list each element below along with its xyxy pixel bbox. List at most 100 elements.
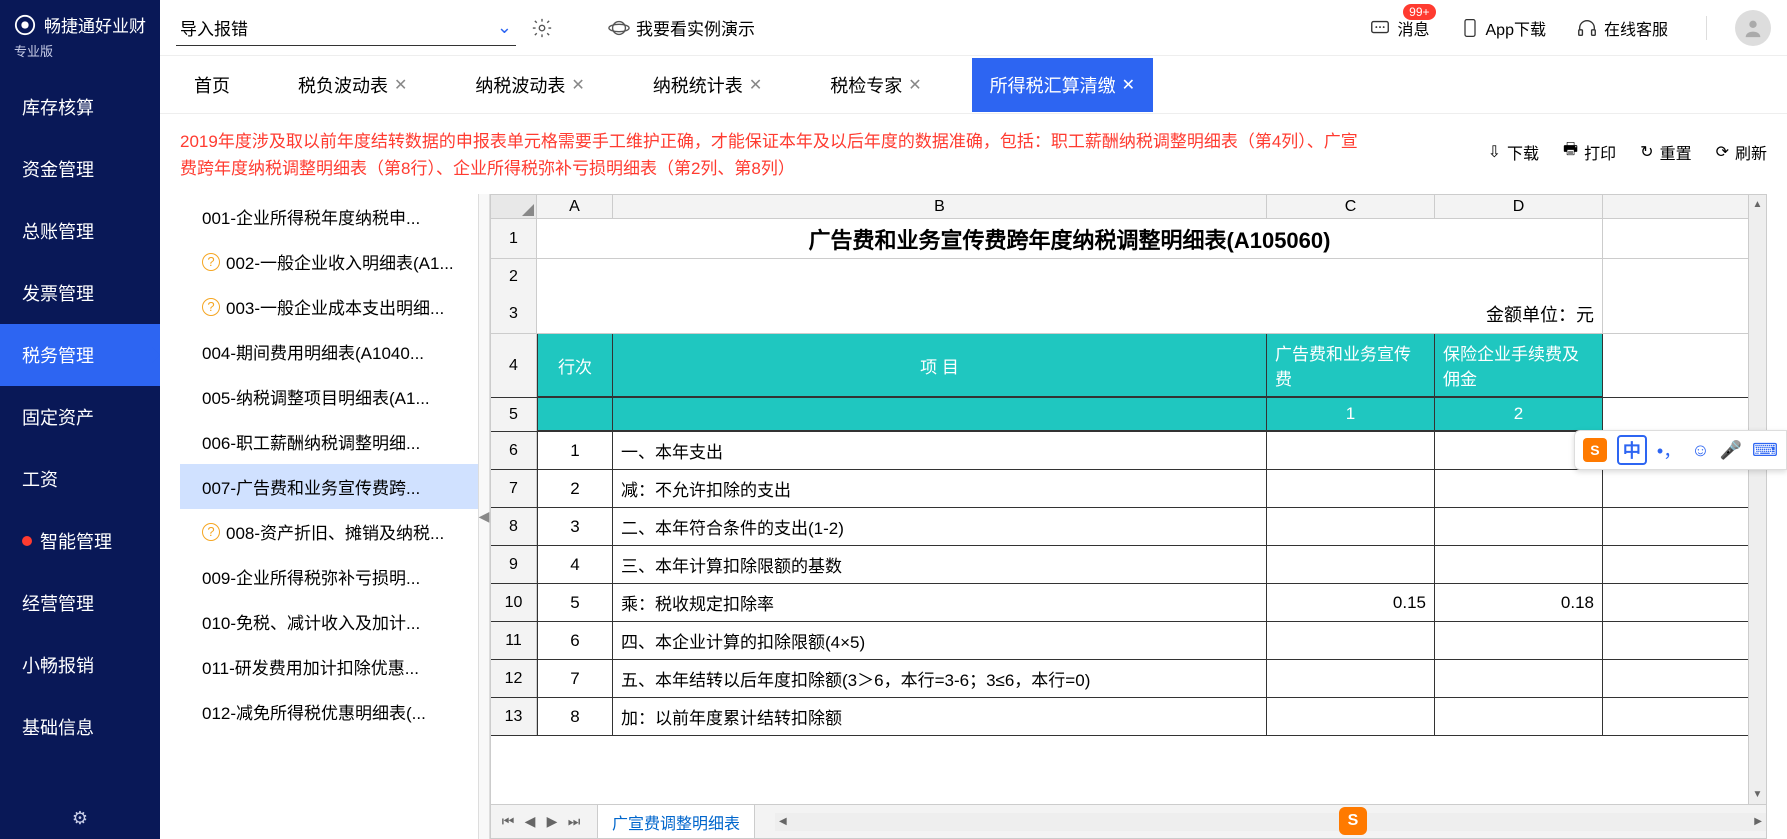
tree-item-4[interactable]: 005-纳税调整项目明细表(A1... bbox=[180, 374, 478, 419]
row-header[interactable]: 5 bbox=[491, 398, 537, 431]
settings-icon-button[interactable] bbox=[528, 14, 556, 42]
cell-item[interactable]: 四、本企业计算的扣除限额(4×5) bbox=[613, 622, 1267, 659]
cell-value-c[interactable]: 0.15 bbox=[1267, 584, 1435, 621]
tree-item-7[interactable]: ?008-资产折旧、摊销及纳税... bbox=[180, 509, 478, 554]
sogou-tray-icon[interactable]: S bbox=[1339, 807, 1367, 835]
cell-item[interactable]: 五、本年结转以后年度扣除额(3＞6，本行=3-6；3≤6，本行=0) bbox=[613, 660, 1267, 697]
cell-rownum[interactable]: 5 bbox=[537, 584, 613, 621]
cell-rownum[interactable]: 4 bbox=[537, 546, 613, 583]
cell-item[interactable]: 三、本年计算扣除限额的基数 bbox=[613, 546, 1267, 583]
nav-item-0[interactable]: 库存核算 bbox=[0, 76, 160, 138]
cell-value-c[interactable] bbox=[1267, 470, 1435, 507]
close-icon[interactable]: ✕ bbox=[394, 75, 407, 95]
close-icon[interactable]: ✕ bbox=[749, 75, 762, 95]
row-header[interactable]: 1 bbox=[491, 219, 537, 258]
refresh-button[interactable]: ⟳刷新 bbox=[1716, 140, 1767, 164]
tree-item-10[interactable]: 011-研发费用加计扣除优惠... bbox=[180, 644, 478, 689]
tab-5[interactable]: 所得税汇算清缴✕ bbox=[972, 58, 1153, 112]
tree-item-2[interactable]: ?003-一般企业成本支出明细... bbox=[180, 284, 478, 329]
sheet-prev-icon[interactable]: ◀ bbox=[521, 813, 539, 830]
nav-item-2[interactable]: 总账管理 bbox=[0, 200, 160, 262]
nav-item-8[interactable]: 经营管理 bbox=[0, 572, 160, 634]
tree-item-0[interactable]: 001-企业所得税年度纳税申... bbox=[180, 194, 478, 239]
sheet-tab[interactable]: 广宣费调整明细表 bbox=[597, 804, 755, 839]
cell-value-c[interactable] bbox=[1267, 508, 1435, 545]
cell-item[interactable]: 二、本年符合条件的支出(1-2) bbox=[613, 508, 1267, 545]
tab-0[interactable]: 首页 bbox=[176, 58, 248, 112]
cell-item[interactable]: 加：以前年度累计结转扣除额 bbox=[613, 698, 1267, 735]
nav-item-6[interactable]: 工资 bbox=[0, 448, 160, 510]
nav-item-1[interactable]: 资金管理 bbox=[0, 138, 160, 200]
cell-rownum[interactable]: 6 bbox=[537, 622, 613, 659]
cell-value-d[interactable] bbox=[1435, 660, 1603, 697]
cell-value-c[interactable] bbox=[1267, 432, 1435, 469]
row-header[interactable]: 3 bbox=[491, 295, 537, 333]
ime-emoji-icon[interactable]: ☺ bbox=[1691, 440, 1709, 461]
row-header[interactable]: 7 bbox=[491, 470, 537, 507]
sheet-next-icon[interactable]: ▶ bbox=[543, 813, 561, 830]
nav-item-3[interactable]: 发票管理 bbox=[0, 262, 160, 324]
cell-value-d[interactable] bbox=[1435, 622, 1603, 659]
demo-link[interactable]: 我要看实例演示 bbox=[608, 15, 755, 40]
tree-item-9[interactable]: 010-免税、减计收入及加计... bbox=[180, 599, 478, 644]
row-header[interactable]: 4 bbox=[491, 334, 537, 397]
reset-button[interactable]: ↻重置 bbox=[1640, 140, 1691, 164]
sidebar-settings[interactable]: ⚙ bbox=[0, 798, 160, 839]
row-header[interactable]: 12 bbox=[491, 660, 537, 697]
app-download-button[interactable]: App下载 bbox=[1460, 16, 1546, 40]
cell-value-d[interactable] bbox=[1435, 508, 1603, 545]
horizontal-scrollbar[interactable] bbox=[775, 813, 1766, 831]
col-header-a[interactable]: A bbox=[537, 195, 613, 218]
cell-value-c[interactable] bbox=[1267, 546, 1435, 583]
select-all-corner[interactable] bbox=[491, 195, 537, 218]
tree-item-5[interactable]: 006-职工薪酬纳税调整明细... bbox=[180, 419, 478, 464]
cell-item[interactable]: 一、本年支出 bbox=[613, 432, 1267, 469]
avatar[interactable] bbox=[1735, 10, 1771, 46]
tree-item-1[interactable]: ?002-一般企业收入明细表(A1... bbox=[180, 239, 478, 284]
tab-2[interactable]: 纳税波动表✕ bbox=[457, 58, 602, 112]
col-header-c[interactable]: C bbox=[1267, 195, 1435, 218]
ime-mic-icon[interactable]: 🎤 bbox=[1720, 440, 1742, 461]
cell-item[interactable]: 乘：税收规定扣除率 bbox=[613, 584, 1267, 621]
nav-item-5[interactable]: 固定资产 bbox=[0, 386, 160, 448]
messages-button[interactable]: 消息 99+ bbox=[1369, 16, 1429, 40]
tab-4[interactable]: 税检专家✕ bbox=[812, 58, 939, 112]
col-header-b[interactable]: B bbox=[613, 195, 1267, 218]
nav-item-7[interactable]: 智能管理 bbox=[0, 510, 160, 572]
cell-value-d[interactable] bbox=[1435, 470, 1603, 507]
ime-punct-icon[interactable]: •， bbox=[1657, 437, 1681, 463]
sheet-first-icon[interactable]: ⏮ bbox=[499, 813, 517, 830]
cell-item[interactable]: 减：不允许扣除的支出 bbox=[613, 470, 1267, 507]
cell-value-c[interactable] bbox=[1267, 622, 1435, 659]
row-header[interactable]: 8 bbox=[491, 508, 537, 545]
cell-value-d[interactable]: 0.18 bbox=[1435, 584, 1603, 621]
row-header[interactable]: 9 bbox=[491, 546, 537, 583]
nav-item-9[interactable]: 小畅报销 bbox=[0, 634, 160, 696]
tree-item-11[interactable]: 012-减免所得税优惠明细表(... bbox=[180, 689, 478, 734]
download-button[interactable]: ⇩下载 bbox=[1488, 140, 1539, 164]
tab-3[interactable]: 纳税统计表✕ bbox=[635, 58, 780, 112]
vertical-scrollbar[interactable] bbox=[1748, 195, 1766, 804]
row-header[interactable]: 2 bbox=[491, 259, 537, 295]
close-icon[interactable]: ✕ bbox=[1122, 75, 1135, 95]
print-button[interactable]: 🖶打印 bbox=[1563, 138, 1616, 165]
cell-rownum[interactable]: 7 bbox=[537, 660, 613, 697]
row-header[interactable]: 10 bbox=[491, 584, 537, 621]
cell-rownum[interactable]: 8 bbox=[537, 698, 613, 735]
close-icon[interactable]: ✕ bbox=[908, 75, 921, 95]
cell-value-d[interactable] bbox=[1435, 698, 1603, 735]
import-select[interactable]: 导入报错 ⌄ bbox=[176, 10, 516, 46]
ime-keyboard-icon[interactable]: ⌨ bbox=[1752, 440, 1778, 461]
online-service-button[interactable]: 在线客服 bbox=[1576, 16, 1668, 40]
row-header[interactable]: 6 bbox=[491, 432, 537, 469]
col-header-d[interactable]: D bbox=[1435, 195, 1603, 218]
split-collapse-handle[interactable]: ◀ bbox=[478, 194, 490, 839]
tree-item-8[interactable]: 009-企业所得税弥补亏损明... bbox=[180, 554, 478, 599]
ime-toolbar[interactable]: S 中 •， ☺ 🎤 ⌨ bbox=[1574, 430, 1787, 470]
cell-rownum[interactable]: 2 bbox=[537, 470, 613, 507]
cell-value-d[interactable] bbox=[1435, 546, 1603, 583]
nav-item-10[interactable]: 基础信息 bbox=[0, 696, 160, 758]
grid-body[interactable]: 1 广告费和业务宣传费跨年度纳税调整明细表(A105060) 2 3 金额单位：… bbox=[491, 219, 1748, 804]
cell-rownum[interactable]: 1 bbox=[537, 432, 613, 469]
ime-lang-badge[interactable]: 中 bbox=[1617, 435, 1647, 465]
